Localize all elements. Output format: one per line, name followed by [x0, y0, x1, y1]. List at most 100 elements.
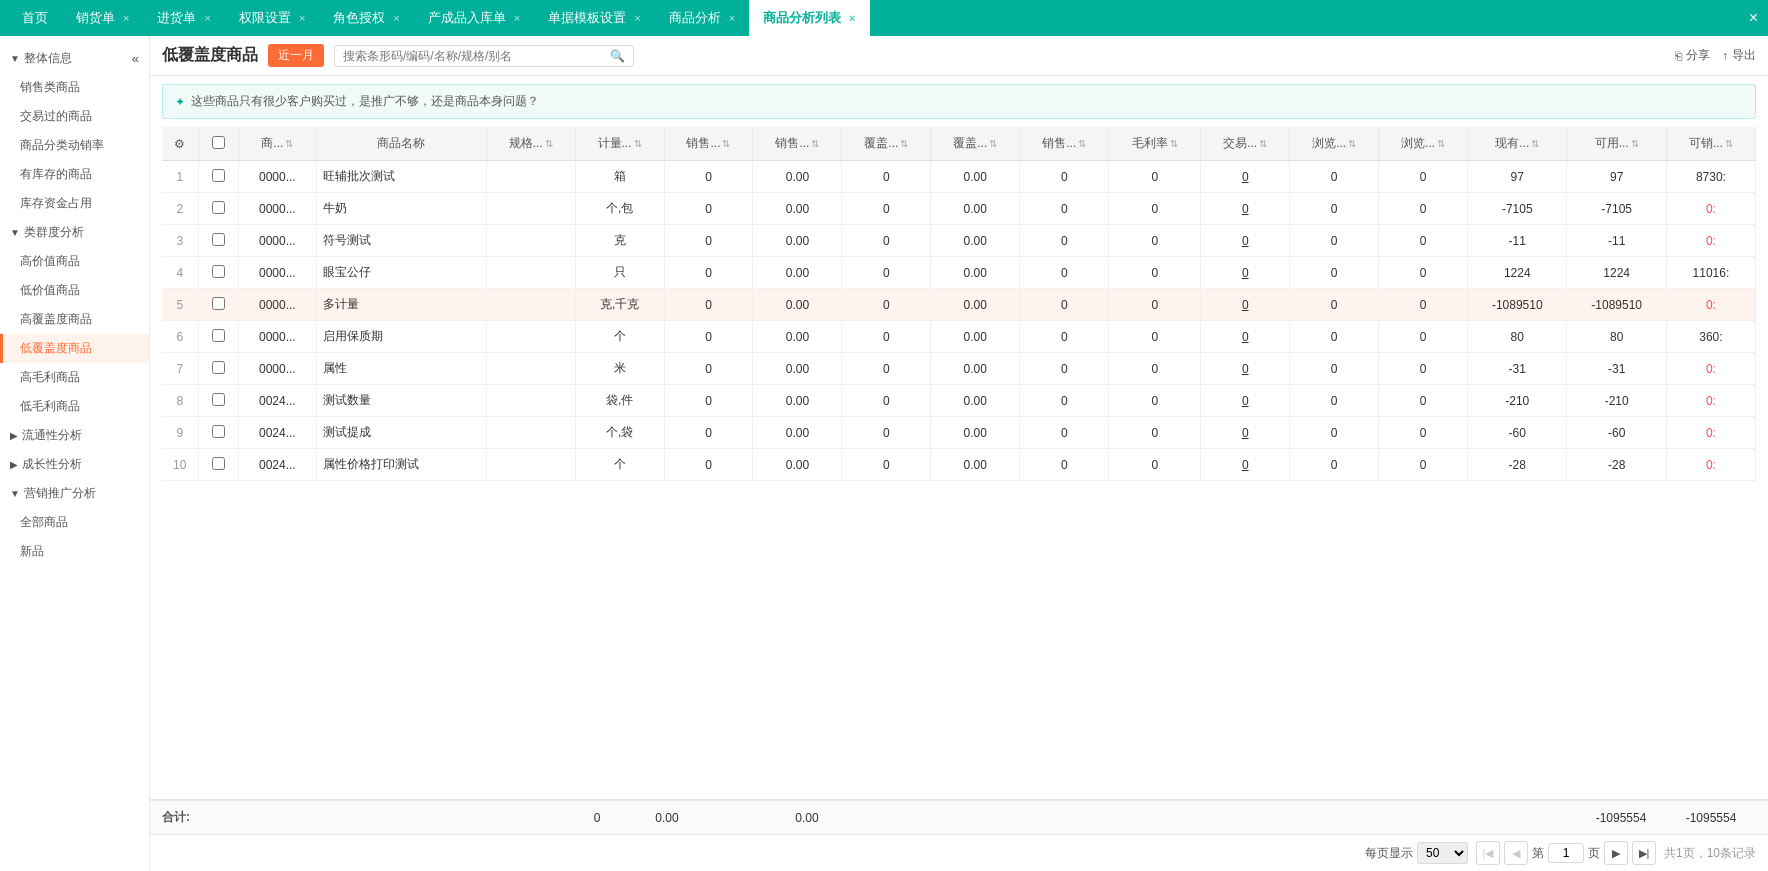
row-browse2: 0	[1379, 289, 1468, 321]
row-trans[interactable]: 0	[1201, 161, 1290, 193]
sidebar-item-stock-capital[interactable]: 库存资金占用	[0, 189, 149, 218]
row-select-checkbox[interactable]	[212, 169, 225, 182]
close-icon[interactable]: ×	[849, 0, 855, 36]
column-sales2: 销售...⇅	[753, 127, 842, 161]
row-select-checkbox[interactable]	[212, 457, 225, 470]
sidebar-item-low-coverage[interactable]: 低覆盖度商品	[0, 334, 149, 363]
chevron-down-icon: ▼	[10, 488, 20, 499]
sidebar-collapse-btn[interactable]: «	[132, 51, 139, 66]
close-icon[interactable]: ×	[634, 0, 640, 36]
row-cover2: 0.00	[931, 449, 1020, 481]
sidebar-item-category-rate[interactable]: 商品分类动销率	[0, 131, 149, 160]
row-sales3: 0	[1020, 193, 1109, 225]
close-icon[interactable]: ×	[729, 0, 735, 36]
table-row: 10000...旺辅批次测试箱00.0000.000000097978730:	[162, 161, 1756, 193]
row-unit: 克	[575, 225, 664, 257]
nav-role[interactable]: 角色授权 ×	[319, 0, 413, 36]
row-select-checkbox[interactable]	[212, 233, 225, 246]
time-filter-button[interactable]: 近一月	[268, 44, 324, 67]
close-icon[interactable]: ×	[393, 0, 399, 36]
column-settings[interactable]: ⚙	[162, 127, 198, 161]
row-trans[interactable]: 0	[1201, 257, 1290, 289]
nav-home[interactable]: 首页	[8, 0, 62, 36]
row-browse2: 0	[1379, 321, 1468, 353]
row-select-checkbox[interactable]	[212, 265, 225, 278]
sidebar-item-traded-goods[interactable]: 交易过的商品	[0, 102, 149, 131]
row-sales1: 0	[664, 321, 753, 353]
row-sales3: 0	[1020, 225, 1109, 257]
row-sales2: 0.00	[753, 161, 842, 193]
row-trans[interactable]: 0	[1201, 385, 1290, 417]
export-button[interactable]: ↑ 导出	[1722, 47, 1756, 64]
row-trans[interactable]: 0	[1201, 353, 1290, 385]
row-select-checkbox[interactable]	[212, 201, 225, 214]
footer-values: 0 0.00 0.00 -1095554 -1095554	[222, 811, 1756, 825]
nav-sales-order[interactable]: 销货单 ×	[62, 0, 143, 36]
row-spec	[486, 353, 575, 385]
select-all-checkbox[interactable]	[212, 136, 225, 149]
close-icon[interactable]: ×	[204, 0, 210, 36]
row-select-checkbox[interactable]	[212, 297, 225, 310]
close-icon[interactable]: ×	[299, 0, 305, 36]
table-row: 70000...属性米00.0000.0000000-31-310:	[162, 353, 1756, 385]
row-name: 眼宝公仔	[316, 257, 486, 289]
nav-product-inbound[interactable]: 产成品入库单 ×	[414, 0, 534, 36]
nav-product-analysis[interactable]: 商品分析 ×	[655, 0, 749, 36]
row-select-checkbox[interactable]	[212, 361, 225, 374]
close-icon[interactable]: ×	[514, 0, 520, 36]
row-trans[interactable]: 0	[1201, 449, 1290, 481]
share-button[interactable]: ⎗ 分享	[1675, 47, 1710, 64]
table-row: 80024...测试数量袋,件00.0000.0000000-210-2100:	[162, 385, 1756, 417]
row-trans[interactable]: 0	[1201, 193, 1290, 225]
row-sales1: 0	[664, 449, 753, 481]
sidebar-item-high-coverage[interactable]: 高覆盖度商品	[0, 305, 149, 334]
row-trans[interactable]: 0	[1201, 417, 1290, 449]
row-code: 0000...	[239, 353, 317, 385]
row-trans[interactable]: 0	[1201, 321, 1290, 353]
sidebar-section-overall[interactable]: ▼ 整体信息 «	[0, 44, 149, 73]
first-page-button[interactable]: |◀	[1476, 841, 1500, 865]
row-select-checkbox[interactable]	[212, 393, 225, 406]
prev-page-button[interactable]: ◀	[1504, 841, 1528, 865]
sidebar-item-new-goods[interactable]: 新品	[0, 537, 149, 566]
sidebar-item-high-value[interactable]: 高价值商品	[0, 247, 149, 276]
row-spec	[486, 385, 575, 417]
row-saleable: 0:	[1666, 385, 1755, 417]
sidebar-item-high-margin[interactable]: 高毛利商品	[0, 363, 149, 392]
row-gross-rate: 0	[1109, 353, 1201, 385]
sidebar-group-cluster[interactable]: ▼ 类群度分析	[0, 218, 149, 247]
sidebar-item-low-value[interactable]: 低价值商品	[0, 276, 149, 305]
row-trans[interactable]: 0	[1201, 289, 1290, 321]
sidebar-group-growth[interactable]: ▶ 成长性分析	[0, 450, 149, 479]
page-title: 低覆盖度商品	[162, 45, 258, 66]
sidebar-item-low-margin[interactable]: 低毛利商品	[0, 392, 149, 421]
sidebar-group-marketing[interactable]: ▼ 营销推广分析	[0, 479, 149, 508]
current-page-input[interactable]	[1548, 843, 1584, 863]
row-trans[interactable]: 0	[1201, 225, 1290, 257]
sidebar-group-liquidity[interactable]: ▶ 流通性分析	[0, 421, 149, 450]
search-icon[interactable]: 🔍	[610, 49, 625, 63]
close-icon[interactable]: ×	[123, 0, 129, 36]
row-browse2: 0	[1379, 385, 1468, 417]
sidebar-item-in-stock[interactable]: 有库存的商品	[0, 160, 149, 189]
row-select-checkbox[interactable]	[212, 329, 225, 342]
row-gross-rate: 0	[1109, 289, 1201, 321]
search-input[interactable]	[343, 49, 604, 63]
nav-permission[interactable]: 权限设置 ×	[225, 0, 319, 36]
last-page-button[interactable]: ▶|	[1632, 841, 1656, 865]
row-sales1: 0	[664, 193, 753, 225]
row-current: 1224	[1468, 257, 1567, 289]
next-page-button[interactable]: ▶	[1604, 841, 1628, 865]
sidebar-item-all-goods[interactable]: 全部商品	[0, 508, 149, 537]
row-select-checkbox[interactable]	[212, 425, 225, 438]
nav-product-analysis-list[interactable]: 商品分析列表 ×	[749, 0, 869, 36]
nav-template-settings[interactable]: 单据模板设置 ×	[534, 0, 654, 36]
per-page-select[interactable]: 50 100 200	[1417, 842, 1468, 864]
sidebar-item-sales-goods[interactable]: 销售类商品	[0, 73, 149, 102]
row-spec	[486, 161, 575, 193]
column-sales1: 销售...⇅	[664, 127, 753, 161]
window-close-button[interactable]: ×	[1749, 0, 1758, 36]
nav-purchase[interactable]: 进货单 ×	[143, 0, 224, 36]
row-browse1: 0	[1290, 193, 1379, 225]
table-row: 40000...眼宝公仔只00.0000.0000000122412241101…	[162, 257, 1756, 289]
